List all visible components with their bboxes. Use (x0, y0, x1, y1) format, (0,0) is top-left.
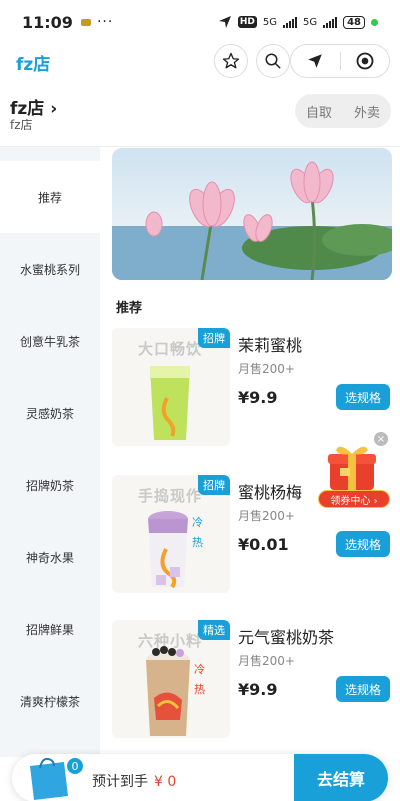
mode-delivery[interactable]: 外卖 (343, 102, 391, 121)
app-notification-icon (80, 18, 91, 26)
product-name[interactable]: 蜜桃杨梅 (238, 479, 302, 503)
status-time: 11:09 (22, 12, 73, 32)
network-5g-label-2: 5G (302, 16, 318, 28)
product-card[interactable]: 大口畅饮 招牌 茉莉蜜桃 月售200+ ¥9.9 选规格 (112, 328, 397, 448)
location-arrow-icon (218, 16, 231, 28)
coupon-center-float[interactable]: × 领券中心 › (318, 432, 390, 512)
star-icon (222, 52, 240, 69)
favorite-button[interactable] (214, 44, 248, 78)
search-button[interactable] (256, 44, 290, 78)
battery-icon: 48 (343, 15, 365, 29)
cart-amount: ¥ 0 (154, 774, 177, 790)
sidebar-item-inspiration[interactable]: 灵感奶茶 (0, 377, 100, 449)
hd-badge: HD (237, 16, 257, 28)
product-price: ¥9.9 (238, 680, 278, 699)
target-icon (356, 52, 374, 70)
product-sales: 月售200+ (238, 362, 295, 376)
product-image[interactable]: 大口畅饮 招牌 (112, 328, 230, 446)
checkout-button[interactable]: 去结算 (294, 754, 388, 801)
close-mini-program-button[interactable] (341, 51, 390, 71)
privacy-indicator-dot (371, 18, 378, 26)
sidebar-item-peach[interactable]: 水蜜桃系列 (0, 233, 100, 305)
product-tag: 招牌 (198, 328, 230, 348)
shopping-bag-icon[interactable] (24, 756, 72, 800)
category-sidebar: 推荐 水蜜桃系列 创意牛乳茶 灵感奶茶 招牌奶茶 神奇水果 招牌鲜果 清爽柠檬茶 (0, 147, 100, 757)
temperature-label: 冷 热 (194, 663, 205, 696)
search-icon (265, 53, 281, 69)
cart-count-badge: 0 (66, 757, 84, 775)
choose-spec-button[interactable]: 选规格 (336, 531, 390, 557)
cart-summary-label: 预计到手 (92, 774, 148, 790)
cart-summary: 预计到手 ¥ 0 (92, 771, 176, 791)
top-bar: fz店 (0, 44, 400, 80)
temperature-label: 冷 热 (192, 516, 203, 549)
mini-program-capsule (290, 44, 390, 78)
sidebar-item-signature-fresh-fruit[interactable]: 招牌鲜果 (0, 593, 100, 665)
signal-icon-2 (323, 16, 338, 28)
product-tag: 精选 (198, 620, 230, 640)
network-5g-label: 5G (262, 16, 277, 28)
sidebar-item-recommend[interactable]: 推荐 (0, 161, 100, 233)
signal-icon (282, 16, 297, 28)
choose-spec-button[interactable]: 选规格 (336, 384, 390, 410)
product-card[interactable]: 六种小料 精选 冷 热 元气蜜桃奶茶 月售200+ ¥9.9 选规格 (112, 620, 397, 740)
status-bar: 11:09 ··· HD 5G 5G 48 (0, 0, 400, 44)
sidebar-item-magic-fruit[interactable]: 神奇水果 (0, 521, 100, 593)
promo-banner[interactable] (112, 148, 392, 280)
product-image[interactable]: 手捣现作 招牌 冷 热 (112, 475, 230, 593)
product-tag: 招牌 (198, 475, 230, 495)
section-title: 推荐 (116, 301, 143, 316)
lotus-banner-image (112, 148, 392, 280)
product-name[interactable]: 元气蜜桃奶茶 (238, 624, 334, 648)
store-subtitle: fz店 (10, 118, 33, 132)
product-sales: 月售200+ (238, 509, 295, 523)
navigation-arrow-icon (308, 54, 322, 68)
mode-pickup[interactable]: 自取 (295, 102, 343, 121)
sidebar-item-lemon-tea[interactable]: 清爽柠檬茶 (0, 665, 100, 737)
order-mode-toggle: 自取 外卖 (295, 94, 391, 128)
sidebar-item-milk-tea-creative[interactable]: 创意牛乳茶 (0, 305, 100, 377)
product-sales: 月售200+ (238, 654, 295, 668)
product-name[interactable]: 茉莉蜜桃 (238, 332, 302, 356)
brand-title: fz店 (16, 55, 51, 75)
product-image[interactable]: 六种小料 精选 冷 热 (112, 620, 230, 738)
sidebar-item-signature-milk-tea[interactable]: 招牌奶茶 (0, 449, 100, 521)
product-price: ¥9.9 (238, 388, 278, 407)
product-price: ¥0.01 (238, 535, 289, 554)
share-location-button[interactable] (291, 52, 340, 70)
coupon-center-label[interactable]: 领券中心 › (318, 490, 390, 508)
more-notifications-icon: ··· (96, 14, 114, 30)
gift-box-icon (328, 446, 376, 490)
choose-spec-button[interactable]: 选规格 (336, 676, 390, 702)
